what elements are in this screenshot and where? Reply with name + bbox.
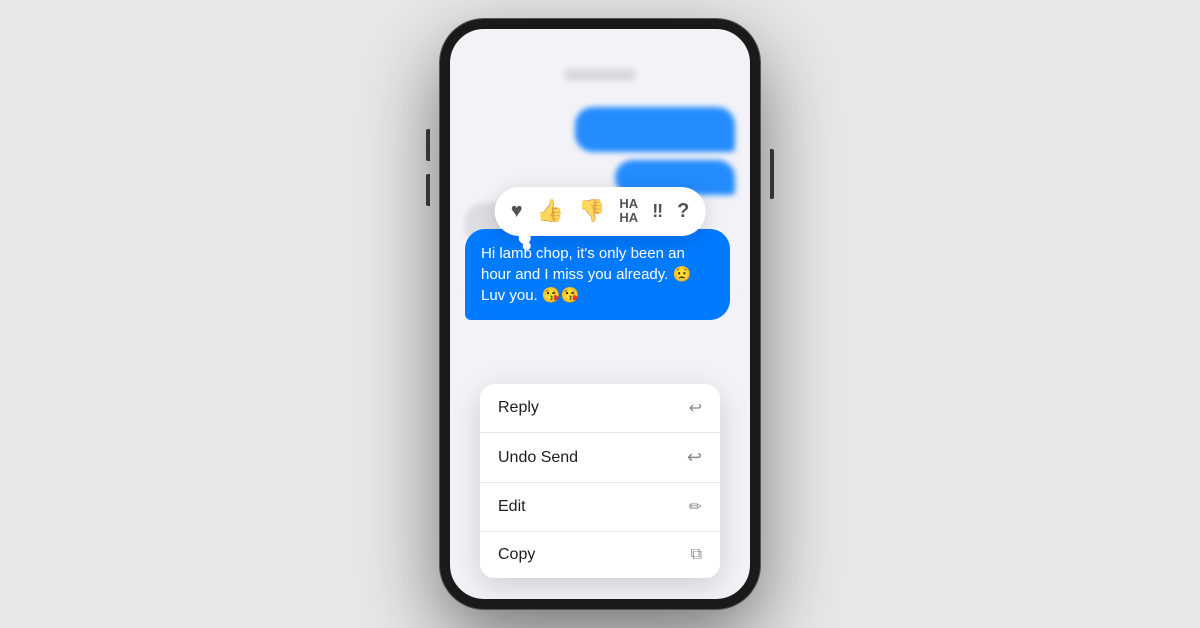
- reply-menu-item[interactable]: Reply ↩: [480, 384, 720, 433]
- edit-icon: ✏: [689, 497, 702, 517]
- reply-label: Reply: [498, 399, 539, 417]
- reaction-tail: [519, 232, 531, 244]
- heart-reaction-icon[interactable]: ♥: [511, 200, 523, 223]
- undo-send-label: Undo Send: [498, 449, 578, 467]
- volume-down-button: [426, 174, 430, 206]
- phone-frame: ♥ 👍 👎 HAHA ‼ ? Hi lamb chop, it's only b…: [440, 19, 760, 609]
- reply-icon: ↩: [689, 398, 702, 418]
- message-bubble: Hi lamb chop, it's only been an hour and…: [465, 229, 730, 320]
- message-text: Hi lamb chop, it's only been an hour and…: [481, 245, 691, 304]
- undo-send-menu-item[interactable]: Undo Send ↩: [480, 433, 720, 483]
- edit-label: Edit: [498, 498, 526, 516]
- phone-screen: ♥ 👍 👎 HAHA ‼ ? Hi lamb chop, it's only b…: [450, 29, 750, 599]
- question-reaction-icon[interactable]: ?: [677, 200, 689, 223]
- phone-mockup: ♥ 👍 👎 HAHA ‼ ? Hi lamb chop, it's only b…: [440, 19, 760, 609]
- copy-menu-item[interactable]: Copy ⧉: [480, 532, 720, 578]
- thumbs-down-reaction-icon[interactable]: 👎: [578, 198, 605, 224]
- volume-up-button: [426, 129, 430, 161]
- copy-icon: ⧉: [691, 546, 702, 564]
- edit-menu-item[interactable]: Edit ✏: [480, 483, 720, 532]
- thumbs-up-reaction-icon[interactable]: 👍: [537, 198, 564, 224]
- copy-label: Copy: [498, 546, 535, 564]
- undo-send-icon: ↩: [687, 447, 702, 468]
- context-menu: Reply ↩ Undo Send ↩ Edit ✏ Copy ⧉: [480, 384, 720, 578]
- power-button: [770, 149, 774, 199]
- reaction-bar: ♥ 👍 👎 HAHA ‼ ?: [495, 187, 706, 236]
- haha-reaction-icon[interactable]: HAHA: [619, 197, 638, 226]
- exclamation-reaction-icon[interactable]: ‼: [652, 201, 663, 222]
